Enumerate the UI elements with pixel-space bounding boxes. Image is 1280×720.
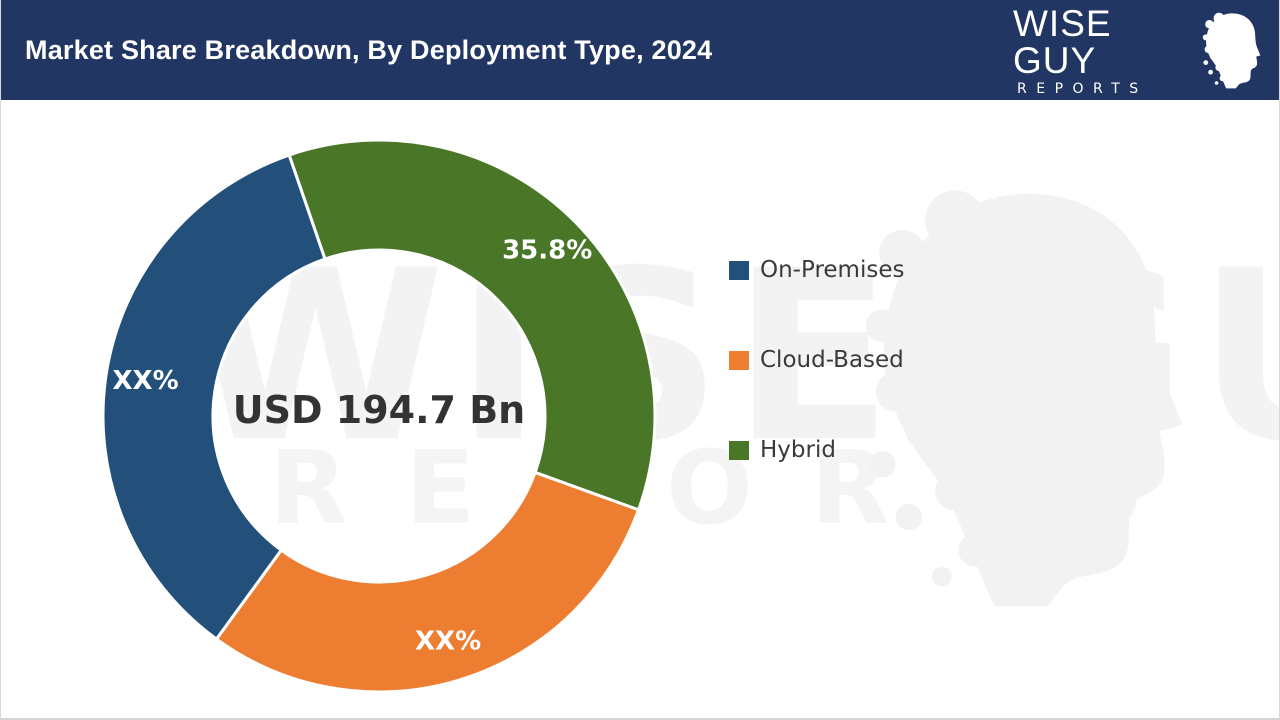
legend-label: Cloud-Based (760, 346, 904, 373)
legend-label: On-Premises (760, 256, 905, 283)
logo-wordmark: WISE GUY (1013, 2, 1112, 81)
legend-label: Hybrid (760, 436, 836, 463)
chart-area: WISE GUY REPORTS 35.8%XX%XX% USD 194.7 B… (1, 100, 1279, 718)
donut-segment-hybrid (287, 138, 657, 512)
logo-face-icon (1202, 12, 1261, 89)
donut-center-value: USD 194.7 Bn (232, 388, 526, 432)
wise-guy-logo: WISE GUY REPORTS (1013, 5, 1263, 96)
page-title: Market Share Breakdown, By Deployment Ty… (25, 34, 713, 65)
slice-label-on-premises: XX% (113, 366, 179, 396)
logo-text: WISE GUY REPORTS (1013, 5, 1195, 96)
logo-subtitle: REPORTS (1017, 80, 1148, 97)
donut-chart: 35.8% XX% XX% (101, 138, 657, 694)
infographic-page: Market Share Breakdown, By Deployment Ty… (0, 0, 1280, 720)
legend-swatch-on-premises (729, 260, 749, 280)
legend-swatch-cloud-based (729, 350, 749, 370)
slice-label-cloud-based: XX% (415, 627, 481, 657)
legend-swatch-hybrid (729, 440, 749, 460)
donut-segment-cloud-based (214, 470, 641, 694)
legend-item-on-premises: On-Premises (729, 256, 904, 284)
slice-label-hybrid: 35.8% (502, 235, 592, 265)
legend-item-cloud-based: Cloud-Based (729, 346, 904, 374)
legend-item-hybrid: Hybrid (729, 436, 904, 464)
chart-legend: On-Premises Cloud-Based Hybrid (729, 256, 904, 464)
header-bar: Market Share Breakdown, By Deployment Ty… (1, 0, 1279, 100)
